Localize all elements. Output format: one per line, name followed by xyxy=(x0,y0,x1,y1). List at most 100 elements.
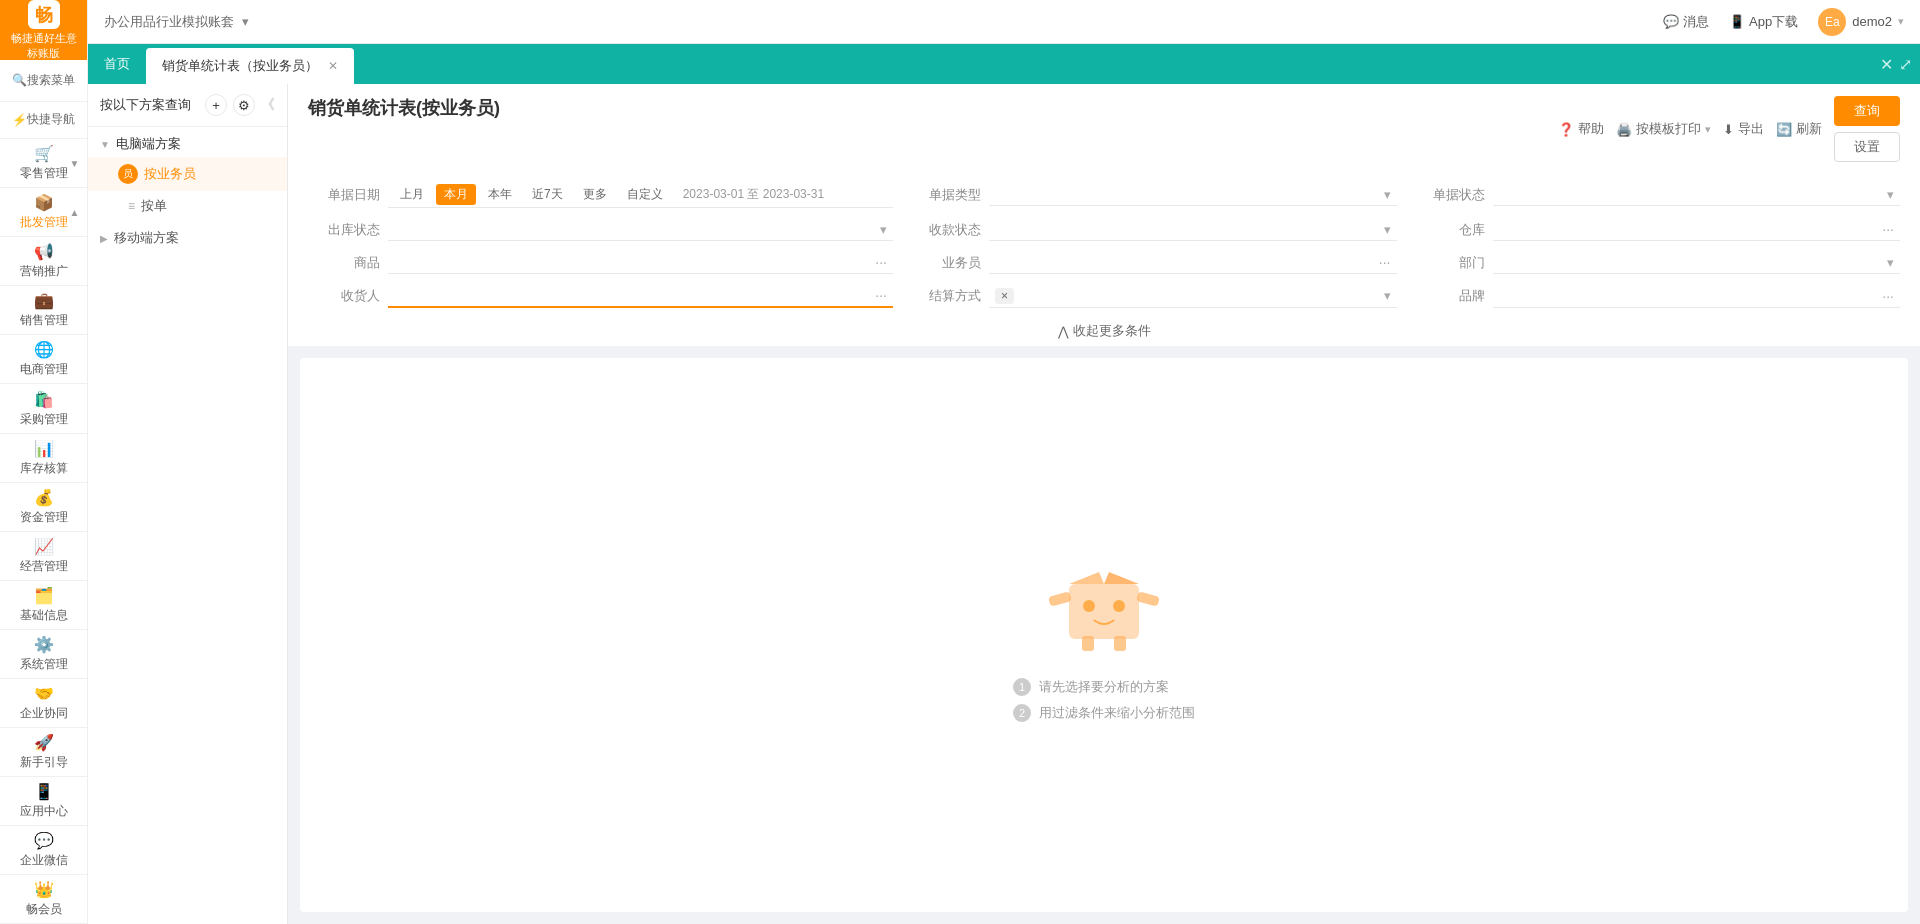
apps-icon: 📱 xyxy=(34,782,54,801)
setting-button[interactable]: 设置 xyxy=(1834,132,1900,162)
left-panel-header: 按以下方案查询 + ⚙ 《 xyxy=(88,84,287,127)
message-icon: 💬 xyxy=(1663,14,1679,29)
mobile-scheme-group[interactable]: ▶ 移动端方案 xyxy=(88,221,287,251)
order-icon: ≡ xyxy=(128,199,135,213)
goods-dots[interactable]: ··· xyxy=(875,254,887,270)
add-scheme-btn[interactable]: + xyxy=(205,94,227,116)
tab-sales-stat[interactable]: 销货单统计表（按业务员） ✕ xyxy=(146,48,354,84)
page-title: 销货单统计表(按业务员) xyxy=(308,96,500,120)
receipt-status-select[interactable]: ▾ xyxy=(989,219,1397,241)
avatar: Ea xyxy=(1818,8,1846,36)
sidebar-item-system[interactable]: ⚙️ 系统管理 xyxy=(0,630,88,679)
svg-point-1 xyxy=(1083,600,1095,612)
mobile-arrow-icon: ▶ xyxy=(100,233,108,244)
tab-home[interactable]: 首页 xyxy=(88,44,146,84)
sidebar-item-sales[interactable]: 💼 销售管理 xyxy=(0,286,88,335)
collapse-left-panel-btn[interactable]: 《 xyxy=(261,96,275,114)
empty-state: 1 请先选择要分析的方案 2 用过滤条件来缩小分析范围 xyxy=(300,358,1908,912)
sidebar-item-wechat[interactable]: 💬 企业微信 xyxy=(0,826,88,875)
user-menu[interactable]: Ea demo2 ▾ xyxy=(1818,8,1904,36)
sidebar-item-purchase[interactable]: 🛍️ 采购管理 xyxy=(0,384,88,433)
doc-status-label: 单据状态 xyxy=(1413,186,1493,204)
wechat-icon: 💬 xyxy=(34,831,54,850)
left-panel-actions: + ⚙ 《 xyxy=(205,94,275,116)
salesperson-dots[interactable]: ··· xyxy=(1379,254,1391,270)
collapse-filters-btn[interactable]: ⋀ 收起更多条件 xyxy=(308,316,1900,346)
sidebar-item-wholesale[interactable]: 📦 批发管理 ▲ xyxy=(0,188,88,237)
brand-dots[interactable]: ··· xyxy=(1882,288,1894,304)
query-button[interactable]: 查询 xyxy=(1834,96,1900,126)
date-btn-more[interactable]: 更多 xyxy=(575,184,615,205)
inventory-icon: 📊 xyxy=(34,439,54,458)
user-dropdown-icon: ▾ xyxy=(1898,15,1904,28)
topbar-right: 💬 消息 📱 App下载 Ea demo2 ▾ xyxy=(1663,8,1904,36)
tab-close-all-btn[interactable]: ✕ xyxy=(1880,55,1893,74)
warehouse-dots[interactable]: ··· xyxy=(1882,221,1894,237)
doc-status-select[interactable]: ▾ xyxy=(1493,184,1901,206)
scheme-item-order[interactable]: ≡ 按单 xyxy=(88,191,287,221)
sidebar-item-inventory[interactable]: 📊 库存核算 xyxy=(0,434,88,483)
tab-expand-btn[interactable]: ⤢ xyxy=(1899,55,1912,74)
refresh-btn[interactable]: 🔄 刷新 xyxy=(1776,120,1822,138)
receiver-dots[interactable]: ··· xyxy=(875,287,887,303)
date-btn-this-month[interactable]: 本月 xyxy=(436,184,476,205)
app-logo[interactable]: 畅 畅捷通好生意 标账版 xyxy=(0,0,88,60)
sales-icon: 💼 xyxy=(34,291,54,310)
sidebar-item-enterprise[interactable]: 🤝 企业协同 xyxy=(0,679,88,728)
sidebar-item-operations[interactable]: 📈 经营管理 xyxy=(0,532,88,581)
arrow-icon-2: ▲ xyxy=(70,207,80,218)
salesperson-filter-label: 业务员 xyxy=(909,254,989,272)
retail-icon: 🛒 xyxy=(34,144,54,163)
sidebar-item-ecommerce[interactable]: 🌐 电商管理 xyxy=(0,335,88,384)
refresh-icon: 🔄 xyxy=(1776,122,1792,137)
newbie-icon: 🚀 xyxy=(34,733,54,752)
sidebar-item-finance[interactable]: 💰 资金管理 xyxy=(0,483,88,532)
date-btn-this-year[interactable]: 本年 xyxy=(480,184,520,205)
topbar-dropdown-icon[interactable]: ▾ xyxy=(242,14,249,29)
dept-select[interactable]: ▾ xyxy=(1493,252,1901,274)
sidebar-item-newbie[interactable]: 🚀 新手引导 xyxy=(0,728,88,777)
out-status-label: 出库状态 xyxy=(308,221,388,239)
export-btn[interactable]: ⬇ 导出 xyxy=(1723,120,1764,138)
step-num-2: 2 xyxy=(1013,704,1031,722)
finance-icon: 💰 xyxy=(34,488,54,507)
pc-scheme-group-title[interactable]: ▼ 电脑端方案 xyxy=(88,127,287,157)
search-menu[interactable]: 🔍 搜索菜单 xyxy=(0,60,88,102)
app-download-btn[interactable]: 📱 App下载 xyxy=(1729,13,1798,31)
tab-sales-stat-label: 销货单统计表（按业务员） xyxy=(162,57,318,75)
left-panel-title: 按以下方案查询 xyxy=(100,96,191,114)
print-dropdown-icon: ▾ xyxy=(1705,123,1711,136)
plus-icon: + xyxy=(212,98,220,113)
quick-nav[interactable]: ⚡ 快捷导航 xyxy=(0,102,88,140)
export-icon: ⬇ xyxy=(1723,122,1734,137)
date-btn-last-month[interactable]: 上月 xyxy=(392,184,432,205)
sidebar-item-basic[interactable]: 🗂️ 基础信息 xyxy=(0,581,88,630)
tab-close-btn[interactable]: ✕ xyxy=(328,59,338,73)
print-btn[interactable]: 🖨️ 按模板打印 ▾ xyxy=(1616,120,1711,138)
date-btn-custom[interactable]: 自定义 xyxy=(619,184,671,205)
order-scheme-label: 按单 xyxy=(141,197,167,215)
help-btn[interactable]: ❓ 帮助 xyxy=(1558,120,1604,138)
group-expand-icon: ▼ xyxy=(100,139,110,150)
scheme-icon: 员 xyxy=(118,164,138,184)
payment-select[interactable]: × ▾ xyxy=(989,285,1397,308)
sidebar-item-apps[interactable]: 📱 应用中心 xyxy=(0,777,88,826)
svg-rect-6 xyxy=(1136,591,1160,606)
empty-step-1: 1 请先选择要分析的方案 xyxy=(1013,674,1195,700)
dept-label: 部门 xyxy=(1413,254,1493,272)
sidebar-item-retail[interactable]: 🛒 零售管理 ▼ xyxy=(0,139,88,188)
doc-type-label: 单据类型 xyxy=(909,186,989,204)
warehouse-label: 仓库 xyxy=(1413,221,1493,239)
sidebar-item-member[interactable]: 👑 畅会员 xyxy=(0,875,88,924)
logo-icon: 畅 xyxy=(28,0,60,29)
edit-scheme-btn[interactable]: ⚙ xyxy=(233,94,255,116)
date-btn-7days[interactable]: 近7天 xyxy=(524,184,571,205)
home-label: 首页 xyxy=(104,55,130,73)
message-btn[interactable]: 💬 消息 xyxy=(1663,13,1709,31)
doc-type-select[interactable]: ▾ xyxy=(989,184,1397,206)
sidebar-item-marketing[interactable]: 📢 营销推广 xyxy=(0,237,88,286)
out-status-select[interactable]: ▾ xyxy=(388,219,893,241)
empty-svg xyxy=(1044,544,1164,654)
scheme-item-salesperson[interactable]: 员 按业务员 xyxy=(88,157,287,191)
date-range-text: 2023-03-01 至 2023-03-31 xyxy=(683,186,824,203)
